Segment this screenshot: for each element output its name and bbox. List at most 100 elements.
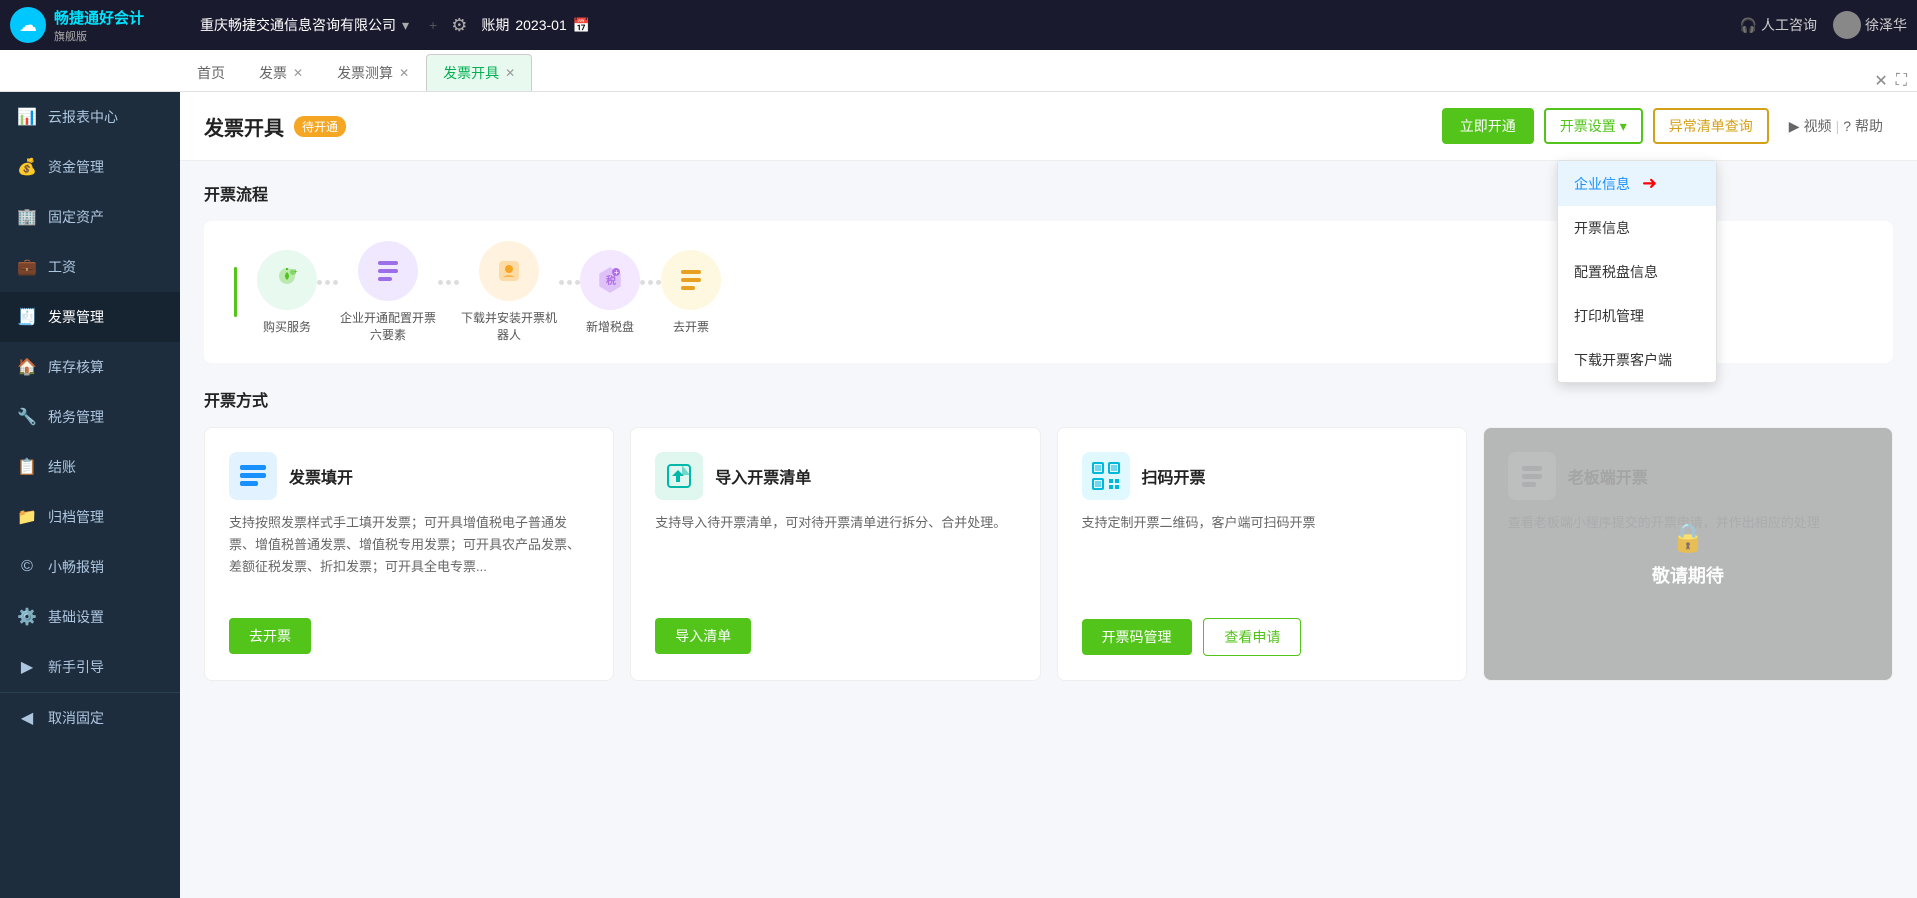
svg-text:+: + (614, 268, 619, 277)
method-title-1: 发票填开 (289, 464, 353, 488)
company-selector[interactable]: 重庆畅捷交通信息咨询有限公司 ▾ (190, 11, 419, 39)
methods-section: 开票方式 发票填开 支持按照发票样式手工填开发票；可开具增值税电子普通发票、增值… (204, 387, 1893, 681)
dropdown-item-download-client[interactable]: 下载开票客户端 (1558, 338, 1716, 382)
header-actions: 立即开通 开票设置 ▾ 异常清单查询 ▶ 视频 | ? 帮助 (1442, 108, 1893, 144)
step-label-2: 企业开通配置开票六要素 (338, 309, 438, 343)
method-header-1: 发票填开 (229, 452, 589, 500)
logo-sub: 旗舰版 (54, 28, 144, 44)
method-card-boss: 老板端开票 查看老板端小程序提交的开票申请，并作出相应的处理 🔒 敬请期待 (1483, 427, 1893, 681)
dropdown-item-company[interactable]: 企业信息 ➜ (1558, 161, 1716, 206)
sidebar-item-expense[interactable]: © 小畅报销 (0, 542, 180, 592)
close-tab-invoice[interactable]: ✕ (293, 66, 303, 80)
dropdown-item-invoice-info[interactable]: 开票信息 (1558, 206, 1716, 250)
abnormal-list-button[interactable]: 异常清单查询 (1653, 108, 1769, 144)
sidebar-item-salary[interactable]: 💼 工资 (0, 242, 180, 292)
logo-text: 畅捷通好会计 (54, 7, 144, 28)
pending-badge: 待开通 (294, 116, 346, 137)
go-invoice-button[interactable]: 去开票 (229, 618, 311, 654)
settings-dropdown: 企业信息 ➜ 开票信息 配置税盘信息 打印机管理 下载开票客户端 (1557, 160, 1717, 383)
main-layout: 📊 云报表中心 💰 资金管理 🏢 固定资产 💼 工资 🧾 发票管理 🏠 库存核算… (0, 92, 1917, 898)
step-label-1: 购买服务 (263, 318, 311, 335)
close-tab-issue[interactable]: ✕ (505, 66, 515, 80)
flow-dots-1 (317, 280, 338, 305)
sidebar-item-settings[interactable]: ⚙️ 基础设置 (0, 592, 180, 642)
methods-section-title: 开票方式 (204, 387, 1893, 411)
method-desc-2: 支持导入待开票清单，可对待开票清单进行拆分、合并处理。 (655, 512, 1015, 602)
method-title-3: 扫码开票 (1142, 464, 1206, 488)
sidebar-item-reports[interactable]: 📊 云报表中心 (0, 92, 180, 142)
checkout-icon: 📋 (16, 456, 38, 478)
company-name: 重庆畅捷交通信息咨询有限公司 (200, 15, 396, 35)
step-icon-3 (479, 241, 539, 301)
tab-invoice-issue[interactable]: 发票开具 ✕ (426, 54, 532, 91)
import-list-button[interactable]: 导入清单 (655, 618, 751, 654)
flow-step-5: 去开票 (661, 250, 721, 335)
user-profile[interactable]: 徐泽华 (1833, 11, 1907, 39)
reports-icon: 📊 (16, 106, 38, 128)
video-button[interactable]: ▶ 视频 | ? 帮助 (1779, 110, 1893, 142)
sidebar-item-archive[interactable]: 📁 归档管理 (0, 492, 180, 542)
sidebar-item-funds[interactable]: 💰 资金管理 (0, 142, 180, 192)
expense-icon: © (16, 556, 38, 578)
flow-divider (234, 267, 237, 317)
calendar-icon[interactable]: 📅 (573, 17, 590, 34)
avatar (1833, 11, 1861, 39)
flow-dots-4 (640, 280, 661, 305)
step-icon-2 (358, 241, 418, 301)
tab-home[interactable]: 首页 (180, 54, 242, 91)
activate-button[interactable]: 立即开通 (1442, 108, 1534, 144)
settings-icon[interactable]: ⚙ (447, 11, 471, 40)
chevron-down-icon: ▾ (402, 17, 409, 34)
dropdown-item-tax-disk[interactable]: 配置税盘信息 (1558, 250, 1716, 294)
sidebar: 📊 云报表中心 💰 资金管理 🏢 固定资产 💼 工资 🧾 发票管理 🏠 库存核算… (0, 92, 180, 898)
tab-invoice[interactable]: 发票 ✕ (242, 54, 320, 91)
tab-invoice-calc[interactable]: 发票测算 ✕ (320, 54, 426, 91)
tax-icon: 🔧 (16, 406, 38, 428)
qr-manage-button[interactable]: 开票码管理 (1082, 619, 1192, 655)
sidebar-item-inventory[interactable]: 🏠 库存核算 (0, 342, 180, 392)
help-icon: ? (1843, 118, 1851, 134)
tab-bar: 首页 发票 ✕ 发票测算 ✕ 发票开具 ✕ ✕ ⛶ (0, 50, 1917, 92)
sidebar-item-invoice[interactable]: 🧾 发票管理 (0, 292, 180, 342)
method-header-2: 导入开票清单 (655, 452, 1015, 500)
period-value: 2023-01 (515, 17, 566, 33)
logo-area: ☁ 畅捷通好会计 旗舰版 (10, 7, 180, 44)
method-card-scan: 扫码开票 支持定制开票二维码，客户端可扫码开票 开票码管理 查看申请 (1057, 427, 1467, 681)
close-window-icon[interactable]: ✕ (1874, 71, 1887, 91)
consult-button[interactable]: 🎧 人工咨询 (1740, 15, 1817, 35)
salary-icon: 💼 (16, 256, 38, 278)
sidebar-item-unpin[interactable]: ◀ 取消固定 (0, 692, 180, 743)
step-icon-1: + (257, 250, 317, 310)
import-invoice-icon (655, 452, 703, 500)
sidebar-item-guide[interactable]: ▶ 新手引导 (0, 642, 180, 692)
top-right-area: 🎧 人工咨询 徐泽华 (1740, 11, 1907, 39)
method-card-manual: 发票填开 支持按照发票样式手工填开发票；可开具增值税电子普通发票、增值税普通发票… (204, 427, 614, 681)
dropdown-item-printer[interactable]: 打印机管理 (1558, 294, 1716, 338)
settings-button[interactable]: 开票设置 ▾ (1544, 108, 1643, 144)
step-label-4: 新增税盘 (586, 318, 634, 335)
flow-step-1: + 购买服务 (257, 250, 317, 335)
scan-buttons: 开票码管理 查看申请 (1082, 618, 1442, 656)
sidebar-item-checkout[interactable]: 📋 结账 (0, 442, 180, 492)
logo-icon: ☁ (10, 7, 46, 43)
sidebar-item-assets[interactable]: 🏢 固定资产 (0, 192, 180, 242)
manual-invoice-icon (229, 452, 277, 500)
flow-step-4: 税+ 新增税盘 (580, 250, 640, 335)
view-apply-button[interactable]: 查看申请 (1203, 618, 1301, 656)
sidebar-item-tax[interactable]: 🔧 税务管理 (0, 392, 180, 442)
locked-overlay: 🔒 敬请期待 (1484, 428, 1892, 680)
maximize-icon[interactable]: ⛶ (1896, 72, 1907, 90)
method-cards: 发票填开 支持按照发票样式手工填开发票；可开具增值税电子普通发票、增值税普通发票… (204, 427, 1893, 681)
archive-icon: 📁 (16, 506, 38, 528)
method-title-2: 导入开票清单 (715, 464, 811, 488)
window-controls: ✕ ⛶ (1874, 71, 1917, 91)
page-title: 发票开具 (204, 112, 284, 141)
method-header-3: 扫码开票 (1082, 452, 1442, 500)
user-name: 徐泽华 (1865, 15, 1907, 35)
overlay-text: 敬请期待 (1652, 562, 1724, 588)
top-bar: ☁ 畅捷通好会计 旗舰版 重庆畅捷交通信息咨询有限公司 ▾ + ⚙ 账期 202… (0, 0, 1917, 50)
flow-step-3: 下载并安装开票机器人 (459, 241, 559, 343)
close-tab-calc[interactable]: ✕ (399, 66, 409, 80)
flow-dots-3 (559, 280, 580, 305)
flow-step-2: 企业开通配置开票六要素 (338, 241, 438, 343)
